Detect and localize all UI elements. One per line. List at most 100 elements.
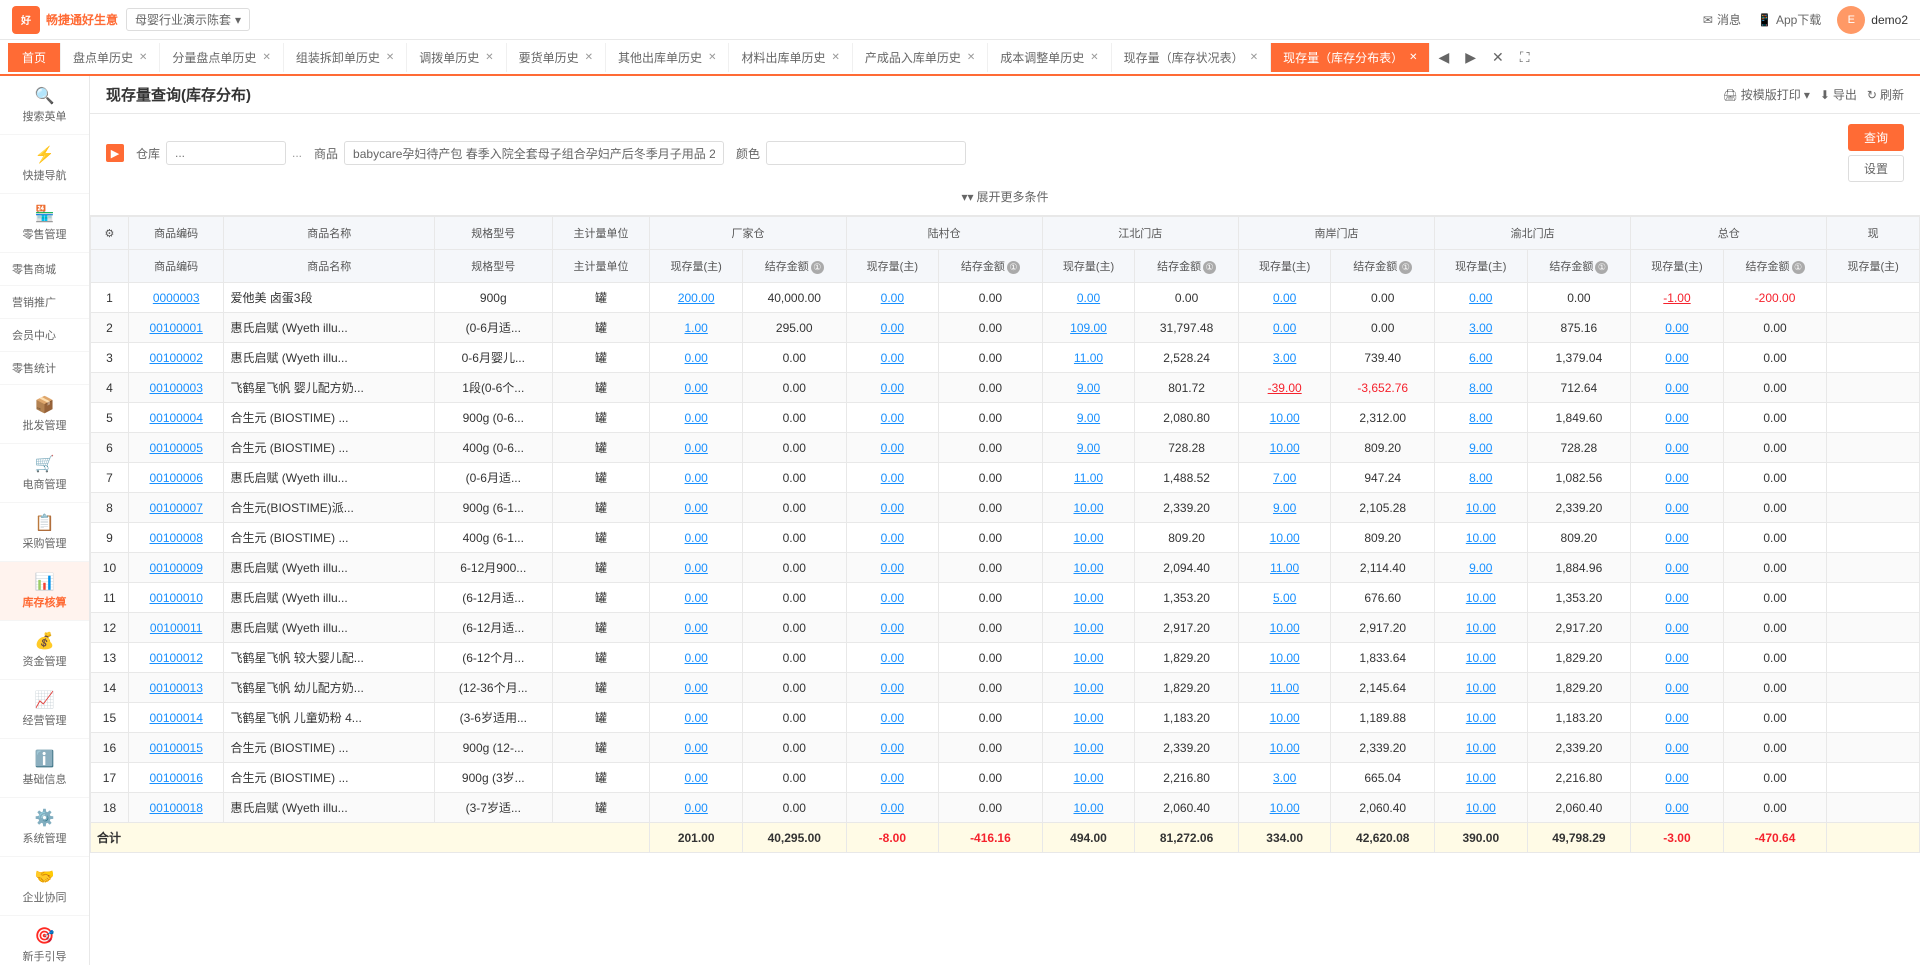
tab-close[interactable]: ✕ (585, 52, 593, 63)
tab-next-btn[interactable]: ▶ (1457, 45, 1484, 70)
cell-code[interactable]: 00100013 (128, 673, 224, 703)
cell-qty2[interactable]: 0.00 (846, 553, 939, 583)
cell-qty4[interactable]: 10.00 (1238, 523, 1331, 553)
cell-qty6[interactable]: 0.00 (1631, 493, 1724, 523)
cell-qty1[interactable]: 0.00 (650, 433, 743, 463)
cell-qty5[interactable]: 10.00 (1435, 733, 1528, 763)
tab-9[interactable]: 成本调整单历史✕ (988, 43, 1111, 72)
cell-qty1[interactable]: 0.00 (650, 673, 743, 703)
industry-selector[interactable]: 母婴行业演示陈套 ▾ (126, 8, 250, 31)
cell-code[interactable]: 00100010 (128, 583, 224, 613)
cell-qty1[interactable]: 0.00 (650, 793, 743, 823)
cell-qty3[interactable]: 11.00 (1042, 343, 1135, 373)
cell-qty3[interactable]: 10.00 (1042, 733, 1135, 763)
sidebar-item-2[interactable]: 🏪零售管理 (0, 194, 89, 253)
cell-qty4[interactable]: 0.00 (1238, 283, 1331, 313)
cell-qty6[interactable]: 0.00 (1631, 613, 1724, 643)
cell-qty3[interactable]: 9.00 (1042, 373, 1135, 403)
cell-qty1[interactable]: 0.00 (650, 733, 743, 763)
cell-qty1[interactable]: 0.00 (650, 553, 743, 583)
cell-qty2[interactable]: 0.00 (846, 673, 939, 703)
cell-qty1[interactable]: 200.00 (650, 283, 743, 313)
collapse-toggle[interactable]: ▶ (106, 144, 124, 162)
cell-qty5[interactable]: 8.00 (1435, 463, 1528, 493)
tab-7[interactable]: 材料出库单历史✕ (729, 43, 852, 72)
sidebar-item-16[interactable]: 🎯新手引导 (0, 916, 89, 965)
cell-qty5[interactable]: 10.00 (1435, 523, 1528, 553)
refresh-button[interactable]: ↻ 刷新 (1867, 86, 1904, 103)
tab-close[interactable]: ✕ (1409, 52, 1417, 63)
cell-qty4[interactable]: 9.00 (1238, 493, 1331, 523)
cell-qty1[interactable]: 0.00 (650, 703, 743, 733)
cell-qty1[interactable]: 0.00 (650, 583, 743, 613)
cell-qty2[interactable]: 0.00 (846, 763, 939, 793)
setting-button[interactable]: 设置 (1848, 155, 1904, 182)
export-button[interactable]: ⬇ 导出 (1820, 86, 1857, 103)
cell-qty2[interactable]: 0.00 (846, 703, 939, 733)
cell-qty6[interactable]: 0.00 (1631, 523, 1724, 553)
cell-qty4[interactable]: 10.00 (1238, 403, 1331, 433)
goods-input[interactable] (344, 141, 724, 165)
cell-qty4[interactable]: 11.00 (1238, 673, 1331, 703)
cell-qty1[interactable]: 0.00 (650, 373, 743, 403)
cell-qty3[interactable]: 10.00 (1042, 703, 1135, 733)
tab-close[interactable]: ✕ (831, 52, 839, 63)
cell-code[interactable]: 00100008 (128, 523, 224, 553)
sidebar-item-10[interactable]: 📊库存核算 (0, 562, 89, 621)
cell-qty6[interactable]: 0.00 (1631, 793, 1724, 823)
cell-qty3[interactable]: 10.00 (1042, 673, 1135, 703)
cell-code[interactable]: 00100011 (128, 613, 224, 643)
tab-close[interactable]: ✕ (1090, 52, 1098, 63)
app-download-action[interactable]: 📱 App下载 (1757, 11, 1821, 28)
sidebar-item-9[interactable]: 📋采购管理 (0, 503, 89, 562)
info-icon2[interactable]: ① (1007, 261, 1020, 274)
cell-qty3[interactable]: 109.00 (1042, 313, 1135, 343)
cell-qty4[interactable]: 7.00 (1238, 463, 1331, 493)
tab-close[interactable]: ✕ (1250, 52, 1258, 63)
sidebar-item-4[interactable]: 营销推广 (0, 286, 89, 319)
info-icon5[interactable]: ① (1595, 261, 1608, 274)
cell-qty3[interactable]: 10.00 (1042, 793, 1135, 823)
tab-maximize-btn[interactable]: ⛶ (1512, 45, 1538, 70)
cell-qty1[interactable]: 0.00 (650, 493, 743, 523)
cell-code[interactable]: 00100016 (128, 763, 224, 793)
cell-qty6[interactable]: 0.00 (1631, 583, 1724, 613)
settings-icon[interactable]: ⚙ (105, 228, 115, 240)
cell-qty5[interactable]: 9.00 (1435, 433, 1528, 463)
cell-qty6[interactable]: 0.00 (1631, 343, 1724, 373)
cell-qty5[interactable]: 10.00 (1435, 673, 1528, 703)
cell-qty1[interactable]: 0.00 (650, 403, 743, 433)
cell-qty1[interactable]: 0.00 (650, 523, 743, 553)
cell-qty6[interactable]: 0.00 (1631, 403, 1724, 433)
cell-qty5[interactable]: 10.00 (1435, 493, 1528, 523)
cell-qty3[interactable]: 10.00 (1042, 763, 1135, 793)
sidebar-item-14[interactable]: ⚙️系统管理 (0, 798, 89, 857)
cell-qty3[interactable]: 9.00 (1042, 433, 1135, 463)
cell-qty2[interactable]: 0.00 (846, 463, 939, 493)
cell-qty5[interactable]: 9.00 (1435, 553, 1528, 583)
cell-qty3[interactable]: 10.00 (1042, 493, 1135, 523)
cell-qty4[interactable]: 10.00 (1238, 733, 1331, 763)
cell-code[interactable]: 00100007 (128, 493, 224, 523)
cell-qty5[interactable]: 6.00 (1435, 343, 1528, 373)
cell-code[interactable]: 00100001 (128, 313, 224, 343)
cell-qty5[interactable]: 10.00 (1435, 583, 1528, 613)
sidebar-item-7[interactable]: 📦批发管理 (0, 385, 89, 444)
cell-qty2[interactable]: 0.00 (846, 793, 939, 823)
message-action[interactable]: ✉ 消息 (1703, 11, 1741, 28)
cell-qty4[interactable]: 10.00 (1238, 643, 1331, 673)
tab-2[interactable]: 分量盘点单历史✕ (160, 43, 283, 72)
cell-qty5[interactable]: 10.00 (1435, 613, 1528, 643)
cell-code[interactable]: 00100014 (128, 703, 224, 733)
cell-qty4[interactable]: 10.00 (1238, 433, 1331, 463)
tab-close[interactable]: ✕ (485, 52, 493, 63)
cell-qty5[interactable]: 0.00 (1435, 283, 1528, 313)
cell-code[interactable]: 0000003 (128, 283, 224, 313)
cell-qty2[interactable]: 0.00 (846, 583, 939, 613)
cell-qty6[interactable]: 0.00 (1631, 703, 1724, 733)
sidebar-item-12[interactable]: 📈经营管理 (0, 680, 89, 739)
cell-code[interactable]: 00100002 (128, 343, 224, 373)
cell-qty6[interactable]: 0.00 (1631, 313, 1724, 343)
tab-5[interactable]: 要货单历史✕ (507, 43, 606, 72)
sidebar-item-11[interactable]: 💰资金管理 (0, 621, 89, 680)
